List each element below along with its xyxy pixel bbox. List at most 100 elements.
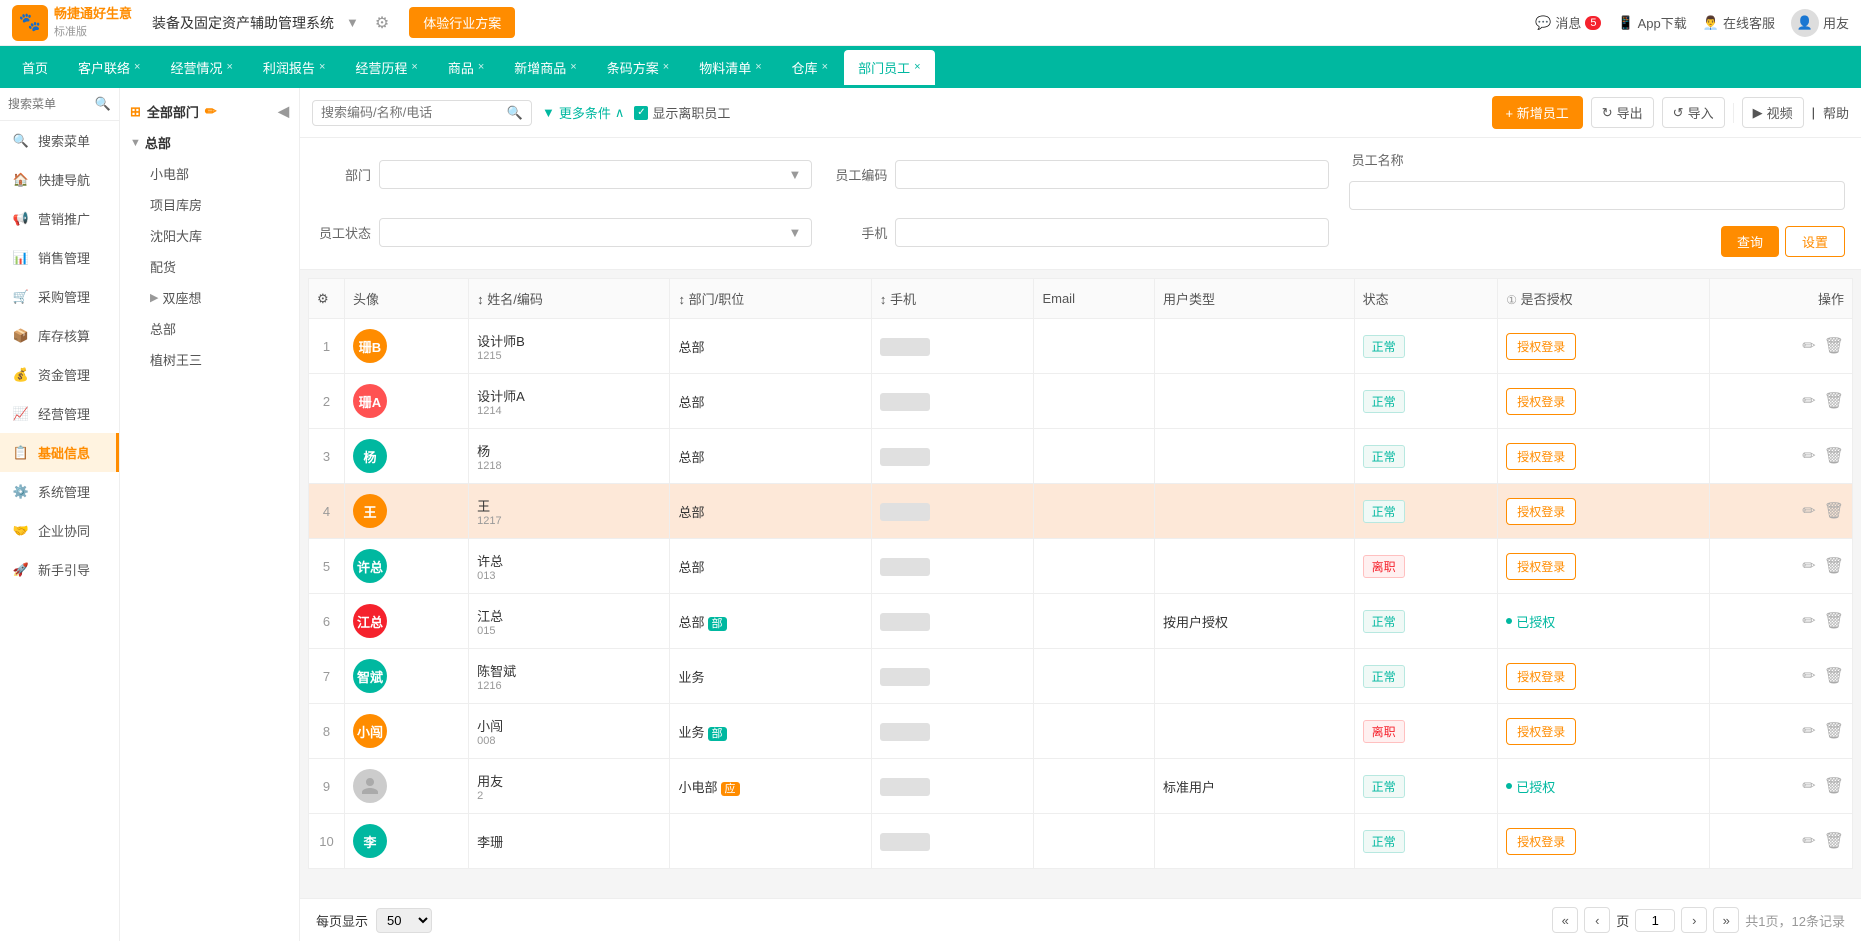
tab-barcode[interactable]: 条码方案 × (593, 50, 683, 85)
tab-goods[interactable]: 商品 × (434, 50, 498, 85)
page-number-input[interactable] (1635, 909, 1675, 932)
sidebar-search-input[interactable] (8, 97, 91, 111)
col-dept[interactable]: ↕ 部门/职位 (670, 279, 871, 319)
title-dropdown-icon[interactable]: ▼ (346, 15, 359, 30)
edit-icon[interactable]: ✏ (1802, 831, 1815, 851)
delete-icon[interactable]: 🗑 (1824, 446, 1844, 466)
close-icon[interactable]: × (663, 61, 669, 73)
query-button[interactable]: 查询 (1721, 226, 1779, 257)
tab-employee[interactable]: 部门员工 × (844, 50, 934, 85)
sidebar-item-system[interactable]: ⚙️ 系统管理 (0, 472, 119, 511)
edit-icon[interactable]: ✏ (1802, 721, 1815, 741)
tree-collapse-btn[interactable]: ◀ (278, 103, 289, 120)
close-icon[interactable]: × (134, 61, 140, 73)
sidebar-item-stock[interactable]: 📦 库存核算 (0, 316, 119, 355)
col-phone[interactable]: ↕ 手机 (871, 279, 1034, 319)
delete-icon[interactable]: 🗑 (1824, 666, 1844, 686)
tree-item-peihuo[interactable]: 配货 (120, 251, 299, 282)
close-icon[interactable]: × (226, 61, 232, 73)
tab-profit[interactable]: 利润报告 × (249, 50, 339, 85)
sidebar-item-biz[interactable]: 📈 经营管理 (0, 394, 119, 433)
sidebar-item-guide[interactable]: 🚀 新手引导 (0, 550, 119, 589)
delete-icon[interactable]: 🗑 (1824, 391, 1844, 411)
last-page-btn[interactable]: » (1713, 907, 1739, 933)
tree-item-zongbu[interactable]: 总部 (120, 313, 299, 344)
auth-button[interactable]: 授权登录 (1506, 443, 1576, 470)
edit-icon[interactable]: ✏ (1802, 391, 1815, 411)
edit-icon[interactable]: ✏ (1802, 446, 1815, 466)
auth-button[interactable]: 授权登录 (1506, 388, 1576, 415)
phone-input[interactable] (895, 218, 1328, 247)
tab-home[interactable]: 首页 (8, 50, 62, 85)
prev-page-btn[interactable]: ‹ (1584, 907, 1610, 933)
edit-icon[interactable]: ✏ (1802, 776, 1815, 796)
close-icon[interactable]: × (319, 61, 325, 73)
online-service-btn[interactable]: 👨‍💼 在线客服 (1703, 13, 1775, 32)
tree-item-project[interactable]: 项目库房 (120, 189, 299, 220)
sidebar-item-sales[interactable]: 📊 销售管理 (0, 238, 119, 277)
search-input[interactable] (321, 105, 501, 120)
user-menu[interactable]: 👤 用友 (1791, 9, 1849, 37)
auth-button[interactable]: 授权登录 (1506, 663, 1576, 690)
auth-button[interactable]: 授权登录 (1506, 498, 1576, 525)
tree-item-root[interactable]: ▼ 总部 (120, 127, 299, 158)
sidebar-item-nav[interactable]: 🏠 快捷导航 (0, 160, 119, 199)
sidebar-item-search[interactable]: 🔍 搜索菜单 (0, 121, 119, 160)
view-button[interactable]: ▶ 视频 (1742, 97, 1804, 128)
delete-icon[interactable]: 🗑 (1824, 336, 1844, 356)
delete-icon[interactable]: 🗑 (1824, 501, 1844, 521)
sidebar-item-marketing[interactable]: 📢 营销推广 (0, 199, 119, 238)
emp-status-select[interactable]: ▼ (379, 218, 812, 247)
tab-warehouse[interactable]: 仓库 × (778, 50, 842, 85)
delete-icon[interactable]: 🗑 (1824, 721, 1844, 741)
sidebar-item-collab[interactable]: 🤝 企业协同 (0, 511, 119, 550)
delete-icon[interactable]: 🗑 (1824, 611, 1844, 631)
tree-item-zhishu[interactable]: 植树王三 (120, 344, 299, 375)
close-icon[interactable]: × (755, 61, 761, 73)
close-icon[interactable]: × (914, 61, 920, 73)
import-button[interactable]: ↺ 导入 (1662, 97, 1725, 128)
first-page-btn[interactable]: « (1552, 907, 1578, 933)
sidebar-item-basic[interactable]: 📋 基础信息 (0, 433, 119, 472)
tree-edit-icon[interactable]: ✏ (205, 103, 217, 120)
message-btn[interactable]: 💬 消息 5 (1535, 13, 1601, 32)
add-employee-button[interactable]: + 新增员工 (1492, 96, 1583, 129)
edit-icon[interactable]: ✏ (1802, 611, 1815, 631)
auth-button[interactable]: 授权登录 (1506, 828, 1576, 855)
close-icon[interactable]: × (570, 61, 576, 73)
page-size-select[interactable]: 50 20 100 (376, 908, 432, 933)
close-icon[interactable]: × (822, 61, 828, 73)
close-icon[interactable]: × (411, 61, 417, 73)
more-filter-btn[interactable]: ▼ 更多条件 ∧ (542, 103, 624, 122)
show-resigned-toggle[interactable]: ✓ 显示离职员工 (634, 103, 730, 122)
auth-button[interactable]: 授权登录 (1506, 718, 1576, 745)
auth-button[interactable]: 授权登录 (1506, 553, 1576, 580)
edit-icon[interactable]: ✏ (1802, 336, 1815, 356)
settings-icon[interactable]: ⚙ (375, 13, 389, 33)
resigned-checkbox[interactable]: ✓ (634, 106, 648, 120)
help-btn[interactable]: 帮助 (1823, 103, 1849, 122)
delete-icon[interactable]: 🗑 (1824, 831, 1844, 851)
emp-code-input[interactable] (895, 160, 1328, 189)
export-button[interactable]: ↻ 导出 (1591, 97, 1654, 128)
trial-button[interactable]: 体验行业方案 (409, 7, 515, 38)
next-page-btn[interactable]: › (1681, 907, 1707, 933)
edit-icon[interactable]: ✏ (1802, 556, 1815, 576)
sidebar-item-finance[interactable]: 💰 资金管理 (0, 355, 119, 394)
tree-item-shuangxiang[interactable]: ▶ 双座想 (120, 282, 299, 313)
set-button[interactable]: 设置 (1785, 226, 1845, 257)
tab-operation[interactable]: 经营情况 × (156, 50, 246, 85)
edit-icon[interactable]: ✏ (1802, 666, 1815, 686)
delete-icon[interactable]: 🗑 (1824, 776, 1844, 796)
col-name[interactable]: ↕ 姓名/编码 (469, 279, 670, 319)
edit-icon[interactable]: ✏ (1802, 501, 1815, 521)
search-icon[interactable]: 🔍 (507, 105, 523, 121)
auth-button[interactable]: 授权登录 (1506, 333, 1576, 360)
sidebar-item-purchase[interactable]: 🛒 采购管理 (0, 277, 119, 316)
tab-history[interactable]: 经营历程 × (341, 50, 431, 85)
tab-add-goods[interactable]: 新增商品 × (500, 50, 590, 85)
close-icon[interactable]: × (478, 61, 484, 73)
app-download-btn[interactable]: 📱 App下载 (1617, 13, 1686, 32)
delete-icon[interactable]: 🗑 (1824, 556, 1844, 576)
col-settings[interactable]: ⚙ (309, 279, 345, 319)
